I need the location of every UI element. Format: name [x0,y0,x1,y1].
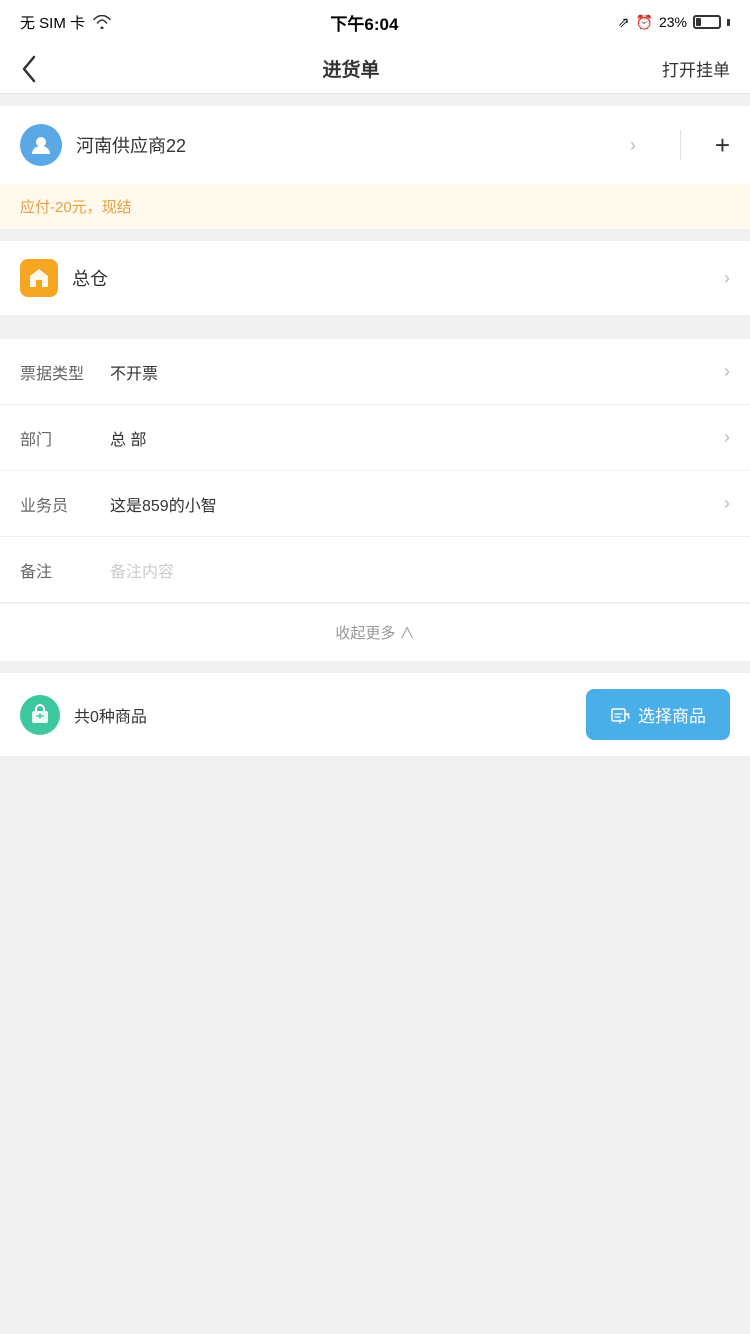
battery-tip [727,19,730,26]
nav-bar: 进货单 打开挂单 [0,44,750,94]
product-icon [20,695,60,735]
open-pending-button[interactable]: 打开挂单 [662,56,730,81]
form-section: 票据类型 不开票 › 部门 总 部 › 业务员 这是859的小智 › 备注 备注… [0,339,750,661]
supplier-avatar [20,124,62,166]
department-chevron-icon: › [724,427,730,448]
select-product-icon [610,705,630,725]
alarm-icon: ⏰ [636,14,653,31]
invoice-type-label: 票据类型 [20,360,110,384]
department-value: 总 部 [110,426,724,450]
section-divider-3 [0,315,750,327]
remark-label: 备注 [20,558,110,582]
invoice-type-value: 不开票 [110,360,724,384]
collapse-bar[interactable]: 收起更多 ∧ [0,603,750,661]
location-icon: ⇗ [618,14,630,31]
page-title: 进货单 [322,55,379,82]
salesperson-chevron-icon: › [724,493,730,514]
select-product-label: 选择商品 [638,702,706,727]
department-label: 部门 [20,426,110,450]
warehouse-icon [20,259,58,297]
notice-bar: 应付-20元，现结 [0,184,750,229]
collapse-button[interactable]: 收起更多 ∧ [335,625,414,642]
supplier-name: 河南供应商22 [76,132,616,158]
supplier-section: 河南供应商22 › + [0,106,750,184]
remark-placeholder: 备注内容 [110,558,730,582]
status-time: 下午6:04 [330,10,398,35]
notice-text: 应付-20元，现结 [20,199,132,216]
battery-percent: 23% [659,14,687,30]
department-row[interactable]: 部门 总 部 › [0,405,750,471]
add-supplier-button[interactable]: + [715,130,730,161]
product-count-label: 共0种商品 [74,703,572,727]
background-area [0,756,750,1056]
product-bar: 共0种商品 选择商品 [0,673,750,756]
section-divider-1 [0,94,750,106]
invoice-type-row[interactable]: 票据类型 不开票 › [0,339,750,405]
select-product-button[interactable]: 选择商品 [586,689,730,740]
status-right: ⇗ ⏰ 23% [618,14,730,31]
warehouse-chevron-icon: › [724,268,730,289]
carrier-label: 无 SIM 卡 [20,12,85,33]
bottom-divider [0,661,750,673]
salesperson-value: 这是859的小智 [110,492,724,516]
vertical-separator [680,130,681,160]
invoice-type-chevron-icon: › [724,361,730,382]
warehouse-label: 总仓 [72,265,710,291]
back-button[interactable] [20,53,40,85]
status-left: 无 SIM 卡 [20,12,111,33]
salesperson-label: 业务员 [20,492,110,516]
supplier-chevron-icon: › [630,135,636,156]
section-divider-2 [0,229,750,241]
remark-row[interactable]: 备注 备注内容 [0,537,750,603]
supplier-row[interactable]: 河南供应商22 › + [20,106,730,184]
salesperson-row[interactable]: 业务员 这是859的小智 › [0,471,750,537]
wifi-icon [93,15,111,29]
status-bar: 无 SIM 卡 下午6:04 ⇗ ⏰ 23% [0,0,750,44]
battery-icon [693,15,721,29]
warehouse-row[interactable]: 总仓 › [0,241,750,315]
